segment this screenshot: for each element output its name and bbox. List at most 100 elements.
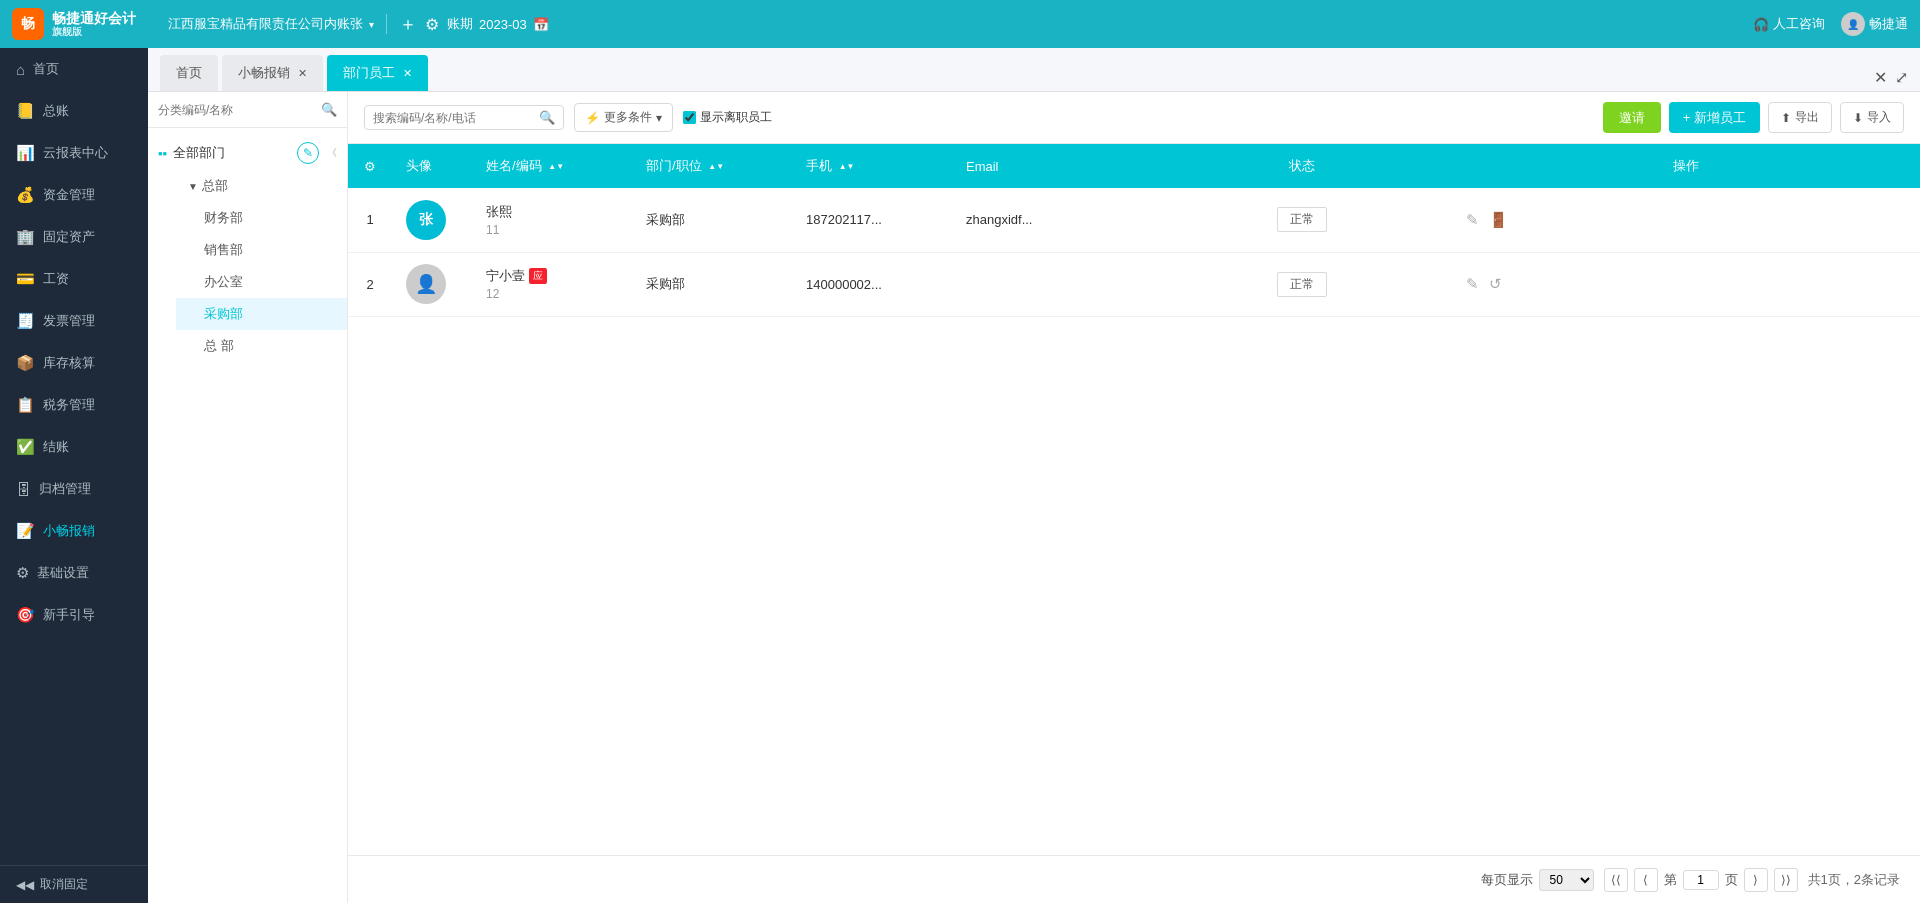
show-ex-employees-checkbox[interactable]: 显示离职员工 [683,109,772,126]
logo-text: 畅捷通好会计 旗舰版 [52,10,136,39]
dept-tree: ▪▪ 全部部门 ✎ 《 ▼ 总部 [148,128,347,903]
first-page-button[interactable]: ⟨⟨ [1604,868,1628,892]
settings-col-icon[interactable]: ⚙ [364,159,376,174]
filter-chevron-icon: ▾ [656,111,662,125]
close-window-button[interactable]: ✕ [1874,68,1887,87]
filter-button[interactable]: ⚡ 更多条件 ▾ [574,103,673,132]
settings-gear-icon[interactable]: ⚙ [425,15,439,34]
row2-index: 2 [348,252,392,316]
header-separator [386,14,387,34]
sidebar-item-tax[interactable]: 📋 税务管理 [0,384,148,426]
dept-collapse-icon[interactable]: 《 [327,146,337,160]
employee-table-wrap: ⚙ 头像 姓名/编码 ▲▼ 部门/职位 [348,144,1920,855]
dept-item-general[interactable]: 总 部 [176,330,347,362]
add-company-button[interactable]: ＋ [399,12,417,36]
sidebar-item-inventory[interactable]: 📦 库存核算 [0,342,148,384]
sidebar-item-ledger[interactable]: 📒 总账 [0,90,148,132]
dept-item-office[interactable]: 办公室 [176,266,347,298]
sidebar-item-invoice[interactable]: 🧾 发票管理 [0,300,148,342]
next-page-button[interactable]: ⟩ [1744,868,1768,892]
page-label: 第 [1664,871,1677,889]
maximize-window-button[interactable]: ⤢ [1895,68,1908,87]
sidebar-item-assets[interactable]: 🏢 固定资产 [0,216,148,258]
last-page-button[interactable]: ⟩⟩ [1774,868,1798,892]
sidebar-item-settings[interactable]: ⚙ 基础设置 [0,552,148,594]
col-avatar: 头像 [392,144,472,188]
service-button[interactable]: 🎧 人工咨询 [1753,15,1825,33]
tab-dept-close[interactable]: ✕ [403,67,412,80]
col-email: Email [952,144,1152,188]
tab-home[interactable]: 首页 [160,55,218,91]
sidebar-label-ledger: 总账 [43,102,69,120]
dept-edit-button[interactable]: ✎ [297,142,319,164]
page-suffix: 页 [1725,871,1738,889]
row2-edit-button[interactable]: ✎ [1466,275,1479,293]
accounting-period[interactable]: 账期 2023-03 📅 [447,15,549,33]
per-page-select[interactable]: 10 20 50 100 [1539,869,1594,891]
tab-dept-employee[interactable]: 部门员工 ✕ [327,55,428,91]
settings-icon: ⚙ [16,564,29,582]
row1-delete-button[interactable]: 🚪 [1489,211,1508,229]
dept-item-finance[interactable]: 财务部 [176,202,347,234]
import-icon: ⬇ [1853,111,1863,125]
employee-search-icon[interactable]: 🔍 [539,110,555,125]
calendar-icon: 📅 [533,17,549,32]
tab-expense-close[interactable]: ✕ [298,67,307,80]
employee-panel: 🔍 ⚡ 更多条件 ▾ 显示离职员工 邀请 + 新增员工 [348,92,1920,903]
sidebar-item-checkout[interactable]: ✅ 结账 [0,426,148,468]
dept-item-purchase[interactable]: 采购部 [176,298,347,330]
import-label: 导入 [1867,109,1891,126]
unpin-button[interactable]: ◀◀ 取消固定 [0,865,148,903]
sidebar-item-reports[interactable]: 📊 云报表中心 [0,132,148,174]
dept-panel: 🔍 ▪▪ 全部部门 ✎ 《 ▼ 总部 [148,92,348,903]
dept-sort-icon[interactable]: ▲▼ [708,162,724,171]
dept-item-hq[interactable]: ▼ 总部 [160,170,347,202]
row2-dept: 采购部 [646,276,685,291]
sidebar-label-tax: 税务管理 [43,396,95,414]
page-number-input[interactable] [1683,870,1719,890]
dept-all-header[interactable]: ▪▪ 全部部门 ✎ 《 [148,136,347,170]
page-navigation: ⟨⟨ ⟨ 第 页 ⟩ ⟩⟩ [1604,868,1798,892]
company-selector[interactable]: 江西服宝精品有限责任公司内账张 ▾ [168,15,374,33]
dept-search-input[interactable] [158,103,315,117]
tab-home-label: 首页 [176,64,202,82]
sidebar-item-archive[interactable]: 🗄 归档管理 [0,468,148,510]
sidebar-item-expense[interactable]: 📝 小畅报销 [0,510,148,552]
row1-edit-button[interactable]: ✎ [1466,211,1479,229]
dept-item-sales[interactable]: 销售部 [176,234,347,266]
name-sort-icon[interactable]: ▲▼ [548,162,564,171]
dept-search-bar: 🔍 [148,92,347,128]
period-label: 账期 [447,15,473,33]
sidebar-item-funds[interactable]: 💰 资金管理 [0,174,148,216]
row2-status-cell: 正常 [1152,252,1452,316]
row2-avatar: 👤 [406,264,446,304]
dept-search-icon[interactable]: 🔍 [321,102,337,117]
dept-purchase-label: 采购部 [204,305,243,323]
sidebar-label-reports: 云报表中心 [43,144,108,162]
dept-general-label: 总 部 [204,337,234,355]
add-employee-button[interactable]: + 新增员工 [1669,102,1760,133]
employee-search-input[interactable] [373,111,533,125]
sidebar-item-home[interactable]: ⌂ 首页 [0,48,148,90]
row1-actions-cell: ✎ 🚪 [1452,188,1920,252]
user-menu[interactable]: 👤 畅捷通 [1841,12,1908,36]
row1-status-badge: 正常 [1277,207,1327,232]
col-phone: 手机 ▲▼ [792,144,952,188]
sidebar-item-salary[interactable]: 💳 工资 [0,258,148,300]
row1-phone-cell: 187202117... [792,188,952,252]
import-button[interactable]: ⬇ 导入 [1840,102,1904,133]
row2-status-badge: 正常 [1277,272,1327,297]
sidebar-item-guide[interactable]: 🎯 新手引导 [0,594,148,636]
row2-avatar-cell: 👤 [392,252,472,316]
row1-index: 1 [348,188,392,252]
export-button[interactable]: ⬆ 导出 [1768,102,1832,133]
show-ex-checkbox-input[interactable] [683,111,696,124]
invite-button[interactable]: 邀请 [1603,102,1661,133]
dept-hq-label: 总部 [202,177,228,195]
guide-icon: 🎯 [16,606,35,624]
pin-icon: ◀◀ [16,878,34,892]
row2-refresh-button[interactable]: ↺ [1489,275,1502,293]
tab-expense[interactable]: 小畅报销 ✕ [222,55,323,91]
phone-sort-icon[interactable]: ▲▼ [839,162,855,171]
prev-page-button[interactable]: ⟨ [1634,868,1658,892]
